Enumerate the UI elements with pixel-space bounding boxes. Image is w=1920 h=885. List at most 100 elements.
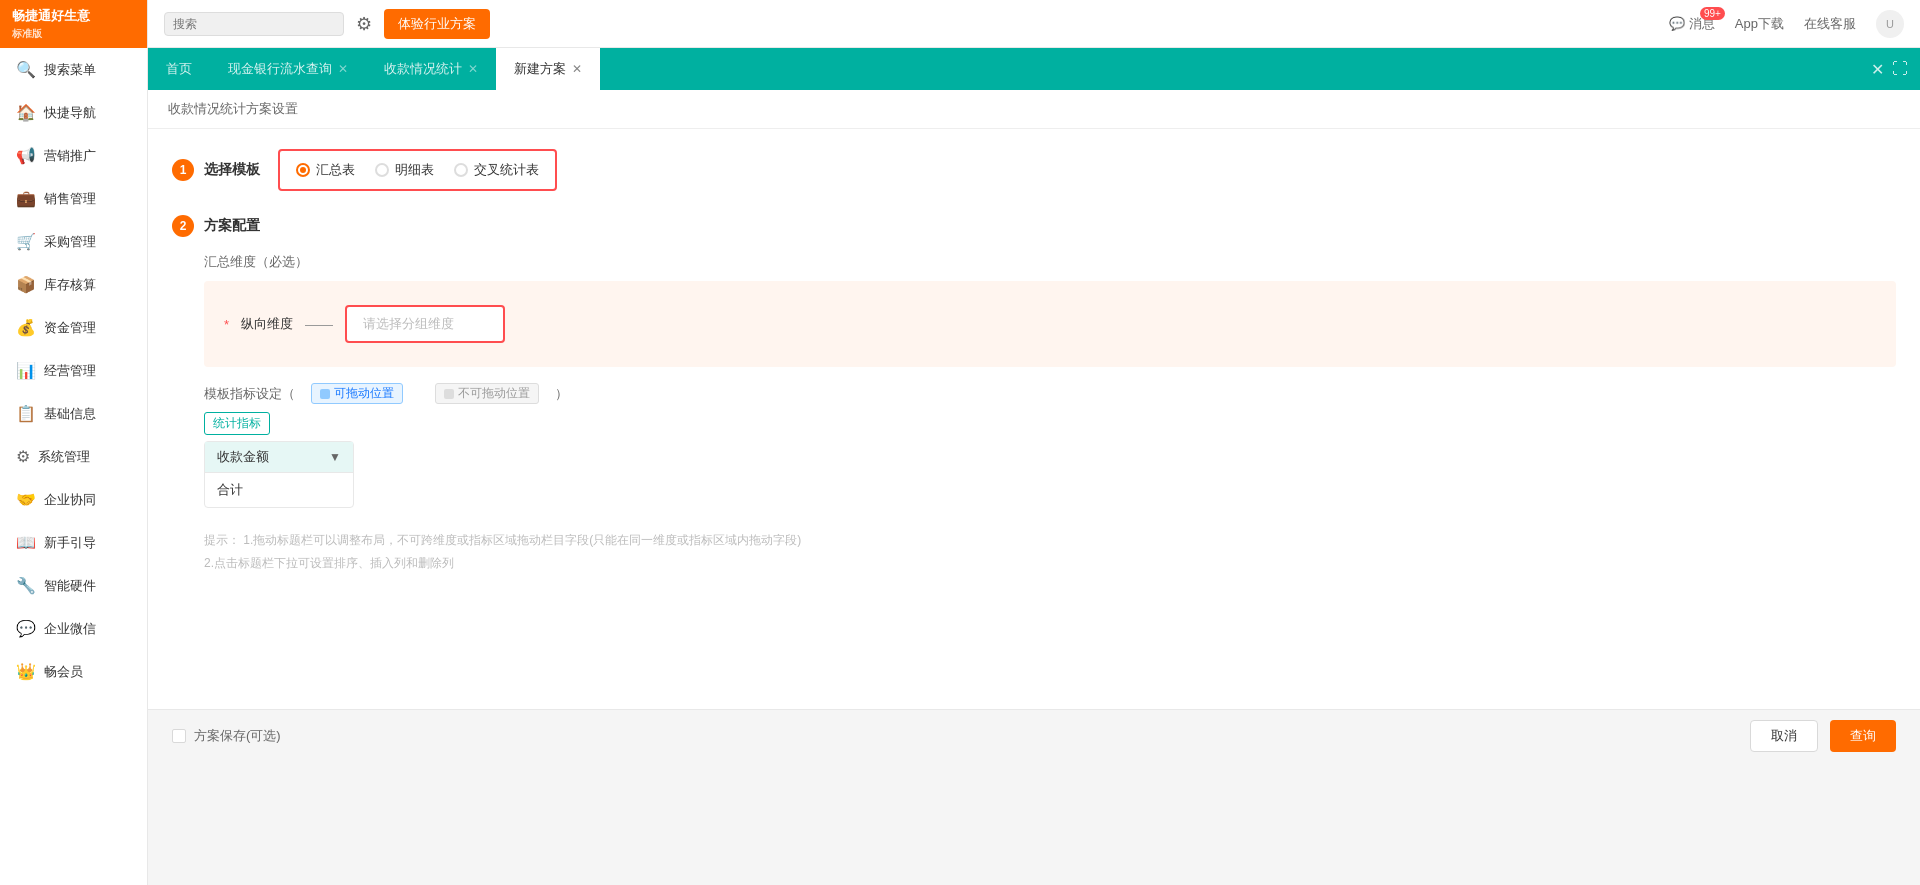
save-option: 方案保存(可选) [172,727,281,745]
tab-cashflow-label: 现金银行流水查询 [228,60,332,78]
sidebar-label-inventory: 库存核算 [44,276,96,294]
sidebar-item-marketing[interactable]: 📢 营销推广 [0,134,147,177]
online-service[interactable]: 在线客服 [1804,15,1856,33]
sidebar-item-quicknav[interactable]: 🏠 快捷导航 [0,91,147,134]
radio-cross[interactable]: 交叉统计表 [454,161,539,179]
radio-summary[interactable]: 汇总表 [296,161,355,179]
save-checkbox[interactable] [172,729,186,743]
sales-icon: 💼 [16,189,36,208]
brand-name: 畅捷通好生意 [12,7,90,25]
metrics-header: 模板指标设定（ 可拖动位置 不可拖动位置 ） [204,383,1896,404]
hint-item-1: 提示： 1.拖动标题栏可以调整布局，不可跨维度或指标区域拖动栏目字段(只能在同一… [204,532,1896,549]
metrics-table-header[interactable]: 收款金额 ▼ [205,442,353,473]
tab-newplan-label: 新建方案 [514,60,566,78]
metrics-table-row: 合计 [205,473,353,507]
sidebar-label-member: 畅会员 [44,663,83,681]
gear-button[interactable]: ⚙ [356,13,372,35]
dimension-placeholder: 请选择分组维度 [363,316,454,331]
tab-collection[interactable]: 收款情况统计 ✕ [366,48,496,90]
draggable-label: 可拖动位置 [334,385,394,402]
metrics-section: 模板指标设定（ 可拖动位置 不可拖动位置 ） [204,383,1896,508]
marketing-icon: 📢 [16,146,36,165]
sidebar-label-hardware: 智能硬件 [44,577,96,595]
radio-summary-label: 汇总表 [316,161,355,179]
tab-newplan[interactable]: 新建方案 ✕ [496,48,600,90]
form-section: 1 选择模板 汇总表 明细表 交叉统计表 [148,129,1920,709]
step2-label: 方案配置 [204,217,260,235]
breadcrumb-input[interactable] [164,12,344,36]
member-icon: 👑 [16,662,36,681]
app-download[interactable]: App下载 [1735,15,1784,33]
notification-icon: 💬 [1669,16,1685,31]
step2-header: 2 方案配置 [172,215,1896,237]
tab-home[interactable]: 首页 [148,48,210,90]
inventory-icon: 📦 [16,275,36,294]
hint-section: 提示： 1.拖动标题栏可以调整布局，不可跨维度或指标区域拖动栏目字段(只能在同一… [204,532,1896,572]
close-newplan-icon[interactable]: ✕ [572,62,582,76]
sidebar-item-hardware[interactable]: 🔧 智能硬件 [0,564,147,607]
sidebar-item-purchase[interactable]: 🛒 采购管理 [0,220,147,263]
close-cashflow-icon[interactable]: ✕ [338,62,348,76]
cancel-button[interactable]: 取消 [1750,720,1818,752]
hint-item-2: 2.点击标题栏下拉可设置排序、插入列和删除列 [204,555,1896,572]
sidebar-label-weixin: 企业微信 [44,620,96,638]
enterprise-icon: 🤝 [16,490,36,509]
trial-industry-button[interactable]: 体验行业方案 [384,9,490,39]
tab-cashflow[interactable]: 现金银行流水查询 ✕ [210,48,366,90]
user-avatar[interactable]: U [1876,10,1904,38]
metrics-row-value: 合计 [217,482,243,497]
hardware-icon: 🔧 [16,576,36,595]
dimension-row: * 纵向维度 —— 请选择分组维度 [224,305,1876,343]
purchase-icon: 🛒 [16,232,36,251]
sidebar-label-system: 系统管理 [38,448,90,466]
header-right: 💬 消息 99+ App下载 在线客服 U [1669,10,1904,38]
sidebar-item-system[interactable]: ⚙ 系统管理 [0,435,147,478]
sidebar-item-guide[interactable]: 📖 新手引导 [0,521,147,564]
radio-detail-label: 明细表 [395,161,434,179]
required-star: * [224,317,229,332]
page-title: 收款情况统计方案设置 [168,101,298,116]
metrics-label-row: 统计指标 [204,412,1896,435]
step2-number: 2 [172,215,194,237]
page-title-bar: 收款情况统计方案设置 [148,90,1920,129]
sidebar-label-quicknav: 快捷导航 [44,104,96,122]
tab-close-button[interactable]: ✕ [1871,60,1884,79]
sidebar-item-enterprise[interactable]: 🤝 企业协同 [0,478,147,521]
close-collection-icon[interactable]: ✕ [468,62,478,76]
sidebar-label-marketing: 营销推广 [44,147,96,165]
non-draggable-badge: 不可拖动位置 [435,383,539,404]
sidebar-label-purchase: 采购管理 [44,233,96,251]
radio-detail-circle [375,163,389,177]
sidebar-label-management: 经营管理 [44,362,96,380]
sidebar-item-search[interactable]: 🔍 搜索菜单 [0,48,147,91]
header-left: ⚙ 体验行业方案 [164,9,490,39]
query-button[interactable]: 查询 [1830,720,1896,752]
non-draggable-label: 不可拖动位置 [458,385,530,402]
vertical-dimension-label: 纵向维度 [241,315,293,333]
sidebar: 畅捷通好生意 标准版 🔍 搜索菜单 🏠 快捷导航 📢 营销推广 💼 销售管理 🛒… [0,0,148,885]
guide-icon: 📖 [16,533,36,552]
sidebar-item-member[interactable]: 👑 畅会员 [0,650,147,693]
notification-area[interactable]: 💬 消息 99+ [1669,15,1715,33]
user-name: U [1886,18,1894,30]
sidebar-item-inventory[interactable]: 📦 库存核算 [0,263,147,306]
footer-bar: 方案保存(可选) 取消 查询 [148,709,1920,761]
top-header: ⚙ 体验行业方案 💬 消息 99+ App下载 在线客服 U [148,0,1920,48]
sidebar-item-basic[interactable]: 📋 基础信息 [0,392,147,435]
sidebar-item-finance[interactable]: 💰 资金管理 [0,306,147,349]
sidebar-item-management[interactable]: 📊 经营管理 [0,349,147,392]
sidebar-label-search: 搜索菜单 [44,61,96,79]
tab-expand-button[interactable]: ⛶ [1892,60,1908,78]
online-service-label: 在线客服 [1804,16,1856,31]
sidebar-item-weixin[interactable]: 💬 企业微信 [0,607,147,650]
non-draggable-indicator [444,389,454,399]
weixin-icon: 💬 [16,619,36,638]
sidebar-label-finance: 资金管理 [44,319,96,337]
metrics-table: 收款金额 ▼ 合计 [204,441,354,508]
sidebar-item-sales[interactable]: 💼 销售管理 [0,177,147,220]
radio-detail[interactable]: 明细表 [375,161,434,179]
dimension-select[interactable]: 请选择分组维度 [345,305,505,343]
draggable-indicator [320,389,330,399]
metrics-dropdown-icon[interactable]: ▼ [329,450,341,464]
notification-badge: 99+ [1700,7,1725,20]
